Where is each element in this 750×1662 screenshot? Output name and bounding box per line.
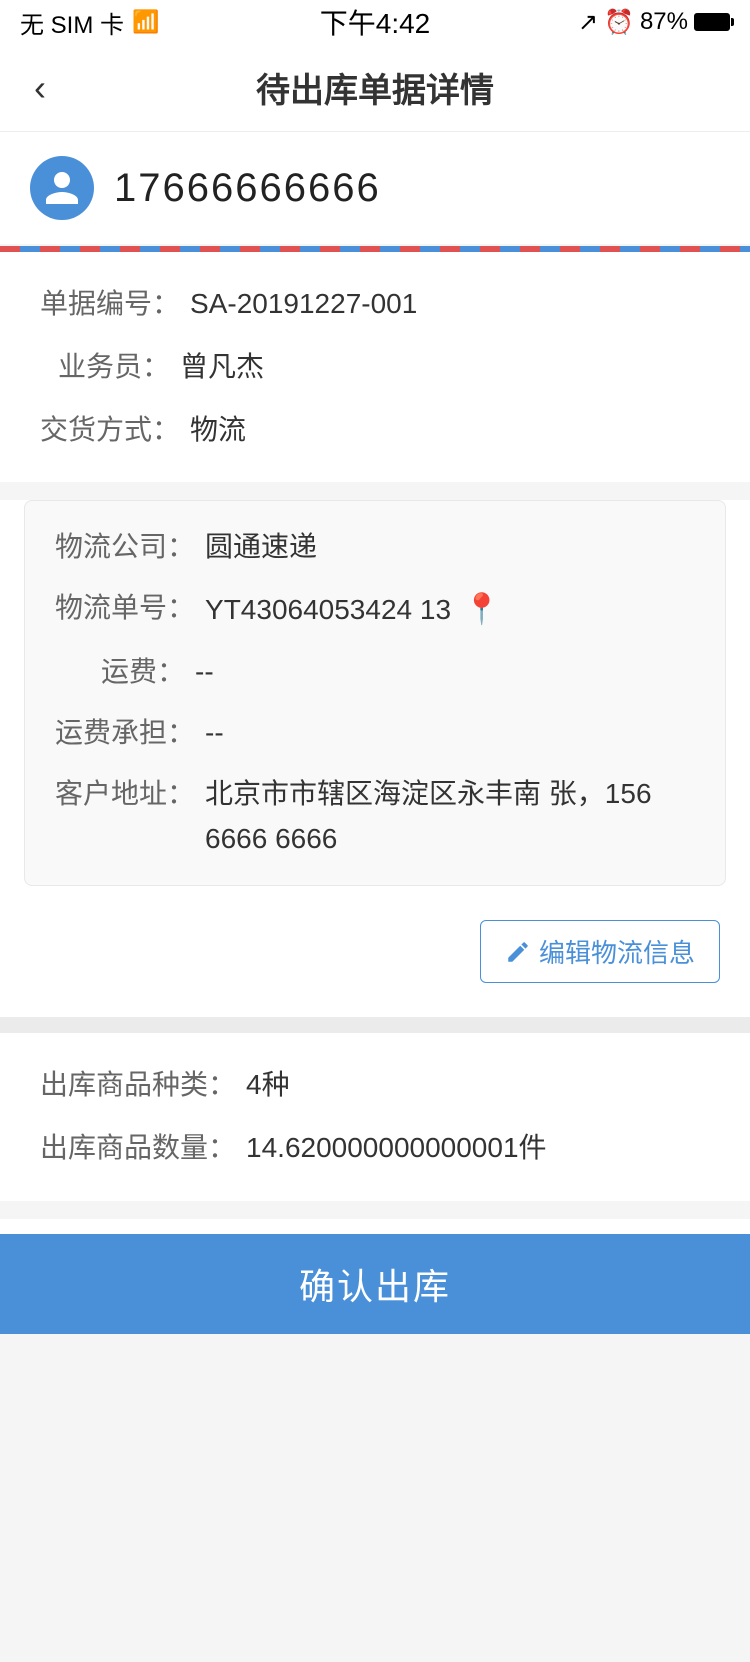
freight-bear-label: 运费承担：: [55, 711, 205, 756]
alarm-icon: ⏰: [604, 8, 634, 37]
bottom-spacer: [0, 1322, 750, 1662]
confirm-btn-label: 确认出库: [299, 1258, 451, 1310]
order-no-value: SA-20191227-001: [190, 282, 710, 327]
address-label: 客户地址：: [55, 772, 205, 817]
bottom-action-area: 确认出库: [0, 1234, 750, 1334]
salesman-row: 业务员： 曾凡杰: [40, 345, 710, 390]
section-separator: [0, 1017, 750, 1033]
order-no-row: 单据编号： SA-20191227-001: [40, 282, 710, 327]
delivery-label: 交货方式：: [40, 408, 190, 453]
edit-logistics-label: 编辑物流信息: [539, 933, 695, 970]
logistics-tracking-label: 物流单号：: [55, 586, 205, 631]
tracking-number: YT43064053424 13: [205, 588, 451, 633]
edit-logistics-area: 编辑物流信息: [0, 904, 750, 1007]
freight-label: 运费：: [55, 650, 195, 695]
battery-icon: [694, 13, 730, 31]
freight-bear-row: 运费承担： --: [55, 711, 695, 756]
back-button[interactable]: ‹: [24, 57, 56, 119]
logistics-card: 物流公司： 圆通速递 物流单号： YT43064053424 13 📍 运费： …: [24, 500, 726, 886]
logistics-company-value: 圆通速递: [205, 525, 695, 570]
freight-row: 运费： --: [55, 650, 695, 695]
logistics-company-row: 物流公司： 圆通速递: [55, 525, 695, 570]
carrier-text: 无 SIM 卡: [20, 5, 124, 40]
freight-bear-value: --: [205, 711, 695, 756]
delivery-value: 物流: [190, 408, 710, 453]
wifi-icon: 📶: [132, 9, 159, 35]
status-bar: 无 SIM 卡 📶 下午4:42 ↗ ⏰ 87%: [0, 0, 750, 44]
goods-quantity-row: 出库商品数量： 14.620000000000001件: [40, 1126, 710, 1171]
salesman-value: 曾凡杰: [180, 345, 710, 390]
page-title: 待出库单据详情: [256, 63, 494, 112]
order-info-section: 单据编号： SA-20191227-001 业务员： 曾凡杰 交货方式： 物流: [0, 252, 750, 482]
goods-quantity-label: 出库商品数量：: [40, 1126, 246, 1171]
goods-quantity-value: 14.620000000000001件: [246, 1126, 710, 1171]
address-value: 北京市市辖区海淀区永丰南 张，156 6666 6666: [205, 772, 695, 862]
status-right: ↗ ⏰ 87%: [578, 8, 730, 37]
goods-types-label: 出库商品种类：: [40, 1063, 246, 1108]
nav-bar: ‹ 待出库单据详情: [0, 44, 750, 132]
location-arrow-icon: ↗: [578, 8, 598, 37]
confirm-outbound-button[interactable]: 确认出库: [0, 1234, 750, 1334]
goods-section: 出库商品种类： 4种 出库商品数量： 14.620000000000001件: [0, 1033, 750, 1201]
edit-icon: [505, 939, 531, 965]
goods-types-value: 4种: [246, 1063, 710, 1108]
edit-logistics-button[interactable]: 编辑物流信息: [480, 920, 720, 983]
logistics-section: 物流公司： 圆通速递 物流单号： YT43064053424 13 📍 运费： …: [0, 500, 750, 1017]
logistics-company-label: 物流公司：: [55, 525, 205, 570]
battery-text: 87%: [640, 8, 688, 36]
salesman-label: 业务员：: [40, 345, 180, 390]
goods-types-row: 出库商品种类： 4种: [40, 1063, 710, 1108]
order-no-label: 单据编号：: [40, 282, 190, 327]
delivery-row: 交货方式： 物流: [40, 408, 710, 453]
avatar: [30, 156, 94, 220]
logistics-tracking-row: 物流单号： YT43064053424 13 📍: [55, 586, 695, 634]
logistics-tracking-value: YT43064053424 13 📍: [205, 586, 695, 634]
customer-phone: 17666666666: [114, 166, 381, 211]
status-time: 下午4:42: [320, 2, 431, 42]
status-left: 无 SIM 卡 📶: [20, 5, 159, 40]
person-icon: [42, 168, 82, 208]
customer-card: 17666666666: [0, 132, 750, 244]
address-row: 客户地址： 北京市市辖区海淀区永丰南 张，156 6666 6666: [55, 772, 695, 862]
freight-value: --: [195, 650, 695, 695]
map-pin-icon[interactable]: 📍: [463, 586, 500, 634]
